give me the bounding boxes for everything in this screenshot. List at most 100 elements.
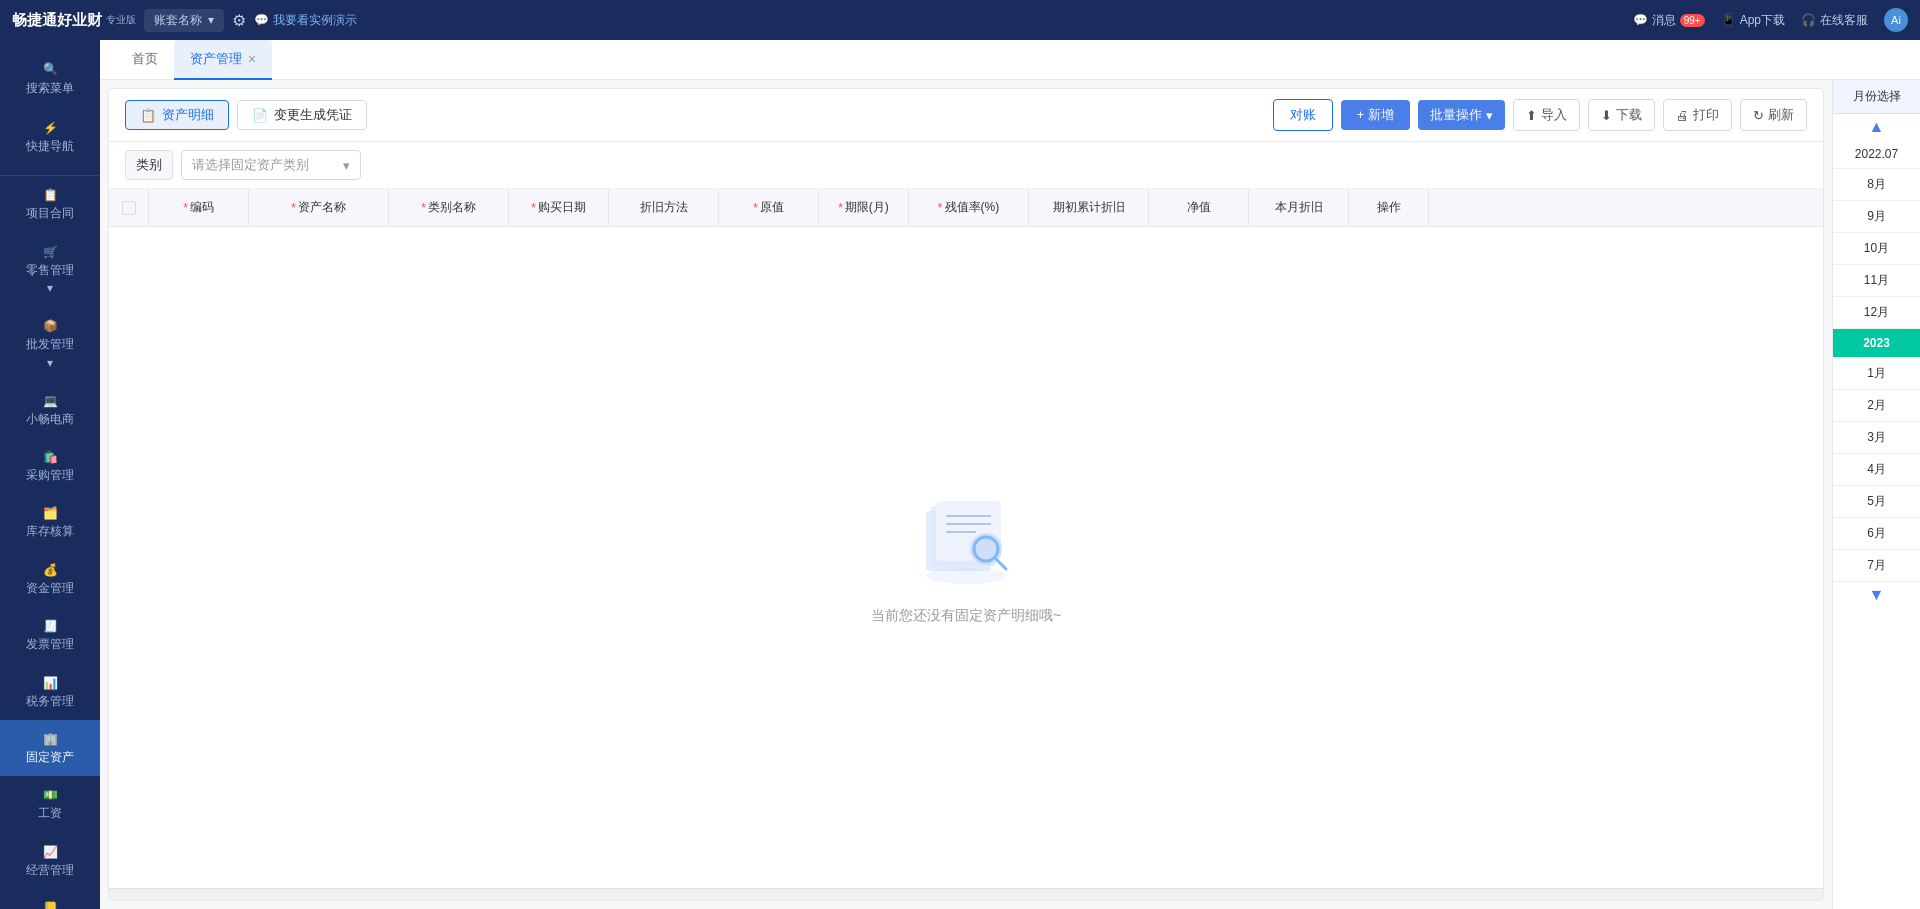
sub-tab-detail-label: 资产明细 (162, 106, 214, 124)
th-residual-rate: * 残值率(%) (909, 189, 1029, 226)
month-4-label: 4月 (1867, 462, 1886, 476)
th-category: * 类别名称 (389, 189, 509, 226)
account-selector[interactable]: 账套名称 (144, 9, 224, 32)
demo-link[interactable]: 💬 我要看实例演示 (254, 12, 357, 29)
sidebar-item-purchase[interactable]: 🛍️ 采购管理 (0, 438, 100, 494)
purchase-icon: 🛍️ (43, 450, 58, 464)
page-scrollbar[interactable] (109, 888, 1823, 900)
toolbar: 对账 + 新增 批量操作 ▾ ⬆ 导入 (1273, 99, 1807, 131)
download-label: 下载 (1616, 106, 1642, 124)
month-item-7[interactable]: 7月 (1833, 550, 1920, 582)
sidebar-item-invoice[interactable]: 🧾 发票管理 (0, 607, 100, 663)
sidebar-item-retail[interactable]: 🛒 零售管理 ▾ (0, 233, 100, 307)
month-item-2[interactable]: 2月 (1833, 390, 1920, 422)
content-area: 首页 资产管理 × 📋 资产明细 📄 变更生成凭证 (100, 40, 1920, 909)
month-panel: 月份选择 ▲ 2022.07 8月 9月 10月 11月 (1832, 80, 1920, 909)
month-item-9[interactable]: 9月 (1833, 201, 1920, 233)
month-item-current[interactable]: 2022.07 (1833, 140, 1920, 169)
sidebar-item-quick-nav[interactable]: ⚡ 快捷导航 (0, 109, 100, 165)
print-label: 打印 (1693, 106, 1719, 124)
sidebar-item-salary[interactable]: 💵 工资 (0, 776, 100, 832)
sidebar-item-ledger[interactable]: 📒 总账管理 (0, 889, 100, 909)
month-panel-nav-down: ▼ (1833, 582, 1920, 608)
online-service-icon: 🎧 (1801, 13, 1816, 27)
sidebar-wholesale-label: 批发管理 (26, 337, 74, 351)
month-item-8[interactable]: 8月 (1833, 169, 1920, 201)
app-title: 畅捷通好业财 (12, 11, 102, 30)
select-all-checkbox[interactable] (122, 201, 136, 215)
sidebar-item-mgmt[interactable]: 📈 经营管理 (0, 833, 100, 889)
wholesale-icon: 📦 (43, 319, 58, 333)
batch-chevron-icon: ▾ (1486, 108, 1493, 123)
reconcile-button[interactable]: 对账 (1273, 99, 1333, 131)
th-net-value: 净值 (1149, 189, 1249, 226)
message-button[interactable]: 💬 消息 99+ (1633, 12, 1705, 29)
message-label: 消息 (1652, 12, 1676, 29)
month-3-label: 3月 (1867, 430, 1886, 444)
import-button[interactable]: ⬆ 导入 (1513, 99, 1580, 131)
month-item-4[interactable]: 4月 (1833, 454, 1920, 486)
quick-nav-icon: ⚡ (43, 121, 58, 135)
month-item-6[interactable]: 6月 (1833, 518, 1920, 550)
month-item-2023[interactable]: 2023 (1833, 329, 1920, 358)
sub-tab-voucher[interactable]: 📄 变更生成凭证 (237, 100, 367, 130)
sidebar-purchase-label: 采购管理 (26, 468, 74, 482)
th-purchase-date-label: 购买日期 (538, 199, 586, 216)
month-item-10[interactable]: 10月 (1833, 233, 1920, 265)
month-item-12[interactable]: 12月 (1833, 297, 1920, 329)
top-bar-left: 畅捷通好业财 专业版 账套名称 ⚙ 💬 我要看实例演示 (12, 9, 357, 32)
th-operation: 操作 (1349, 189, 1429, 226)
add-label: + 新增 (1357, 106, 1394, 124)
sidebar-item-tax[interactable]: 📊 税务管理 (0, 664, 100, 720)
sidebar-search[interactable]: 🔍 搜索菜单 (0, 50, 100, 109)
month-item-1[interactable]: 1月 (1833, 358, 1920, 390)
tab-asset[interactable]: 资产管理 × (174, 40, 272, 80)
sidebar-item-finance[interactable]: 💰 资金管理 (0, 551, 100, 607)
sidebar-item-wholesale[interactable]: 📦 批发管理 ▾ (0, 307, 100, 381)
batch-button[interactable]: 批量操作 ▾ (1418, 100, 1505, 130)
month-2-label: 2月 (1867, 398, 1886, 412)
add-button[interactable]: + 新增 (1341, 100, 1410, 130)
sidebar-item-inventory[interactable]: 🗂️ 库存核算 (0, 494, 100, 550)
app-download-icon: 📱 (1721, 13, 1736, 27)
invoice-icon: 🧾 (43, 619, 58, 633)
sub-tab-detail[interactable]: 📋 资产明细 (125, 100, 229, 130)
month-item-3[interactable]: 3月 (1833, 422, 1920, 454)
print-button[interactable]: 🖨 打印 (1663, 99, 1732, 131)
sidebar-item-project[interactable]: 📋 项目合同 (0, 176, 100, 232)
online-service-button[interactable]: 🎧 在线客服 (1801, 12, 1868, 29)
refresh-button[interactable]: ↻ 刷新 (1740, 99, 1807, 131)
app-logo: 畅捷通好业财 专业版 (12, 11, 136, 30)
month-item-11[interactable]: 11月 (1833, 265, 1920, 297)
app-download-button[interactable]: 📱 App下载 (1721, 12, 1785, 29)
category-filter-select[interactable]: 请选择固定资产类别 ▾ (181, 150, 361, 180)
month-panel-down-button[interactable]: ▼ (1869, 586, 1885, 604)
empty-illustration (906, 491, 1026, 591)
account-name: 账套名称 (154, 12, 202, 29)
th-month-depreciation: 本月折旧 (1249, 189, 1349, 226)
download-button[interactable]: ⬇ 下载 (1588, 99, 1655, 131)
month-panel-up-button[interactable]: ▲ (1869, 118, 1885, 136)
th-checkbox[interactable] (109, 189, 149, 226)
month-panel-nav-up: ▲ (1833, 114, 1920, 140)
month-9-label: 9月 (1867, 209, 1886, 223)
tab-asset-close-icon[interactable]: × (248, 52, 256, 66)
month-1-label: 1月 (1867, 366, 1886, 380)
sidebar-item-asset[interactable]: 🏢 固定资产 (0, 720, 100, 776)
month-item-5[interactable]: 5月 (1833, 486, 1920, 518)
th-period-accum: 期初累计折旧 (1029, 189, 1149, 226)
th-residual-rate-label: 残值率(%) (945, 199, 1000, 216)
settings-icon[interactable]: ⚙ (232, 11, 246, 30)
search-icon: 🔍 (43, 62, 58, 76)
tab-home[interactable]: 首页 (116, 40, 174, 80)
mgmt-icon: 📈 (43, 845, 58, 859)
sidebar-invoice-label: 发票管理 (26, 637, 74, 651)
sidebar-project-label: 项目合同 (26, 206, 74, 220)
month-8-label: 8月 (1867, 177, 1886, 191)
sidebar-item-ecommerce[interactable]: 💻 小畅电商 (0, 382, 100, 438)
top-bar: 畅捷通好业财 专业版 账套名称 ⚙ 💬 我要看实例演示 💬 消息 99+ 📱 A… (0, 0, 1920, 40)
app-download-label: App下载 (1740, 12, 1785, 29)
user-avatar[interactable]: Ai (1884, 8, 1908, 32)
sidebar-finance-label: 资金管理 (26, 581, 74, 595)
tab-home-label: 首页 (132, 50, 158, 68)
